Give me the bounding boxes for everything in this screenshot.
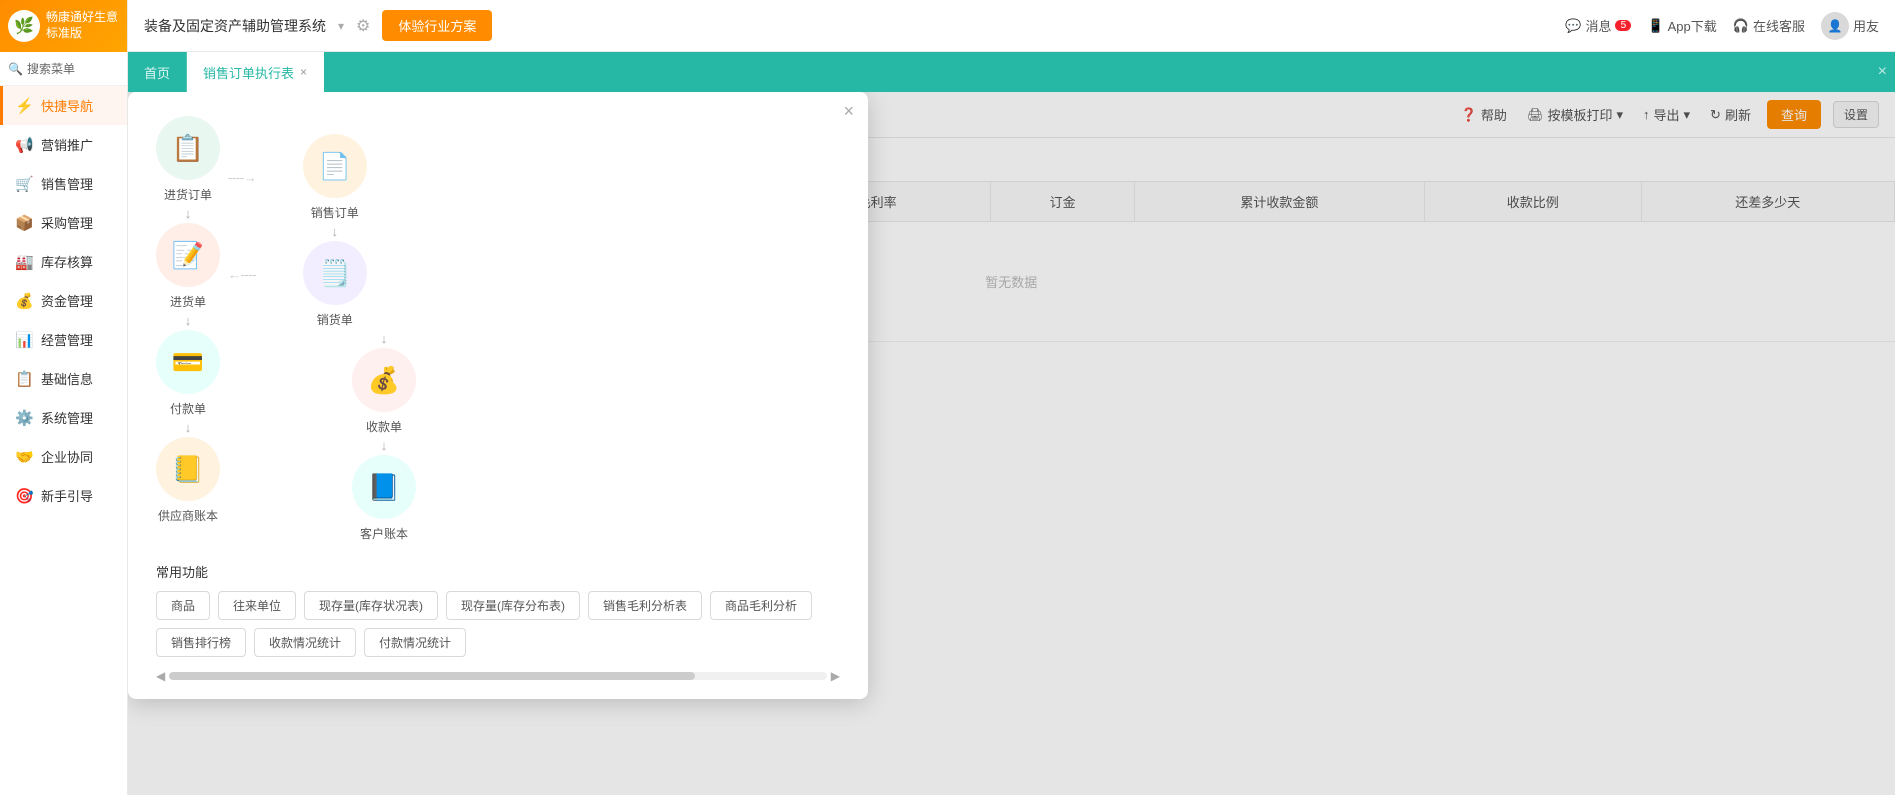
sidebar-item-label: 销售管理 [41, 174, 93, 193]
tab-sales-order[interactable]: 销售订单执行表 × [187, 52, 324, 92]
topbar: 装备及固定资产辅助管理系统 ▾ ⚙ 体验行业方案 💬 消息 5 📱 App下载 … [128, 0, 1895, 52]
sidebar-item-purchase[interactable]: 📦 采购管理 [0, 203, 127, 242]
func-btn-销售毛利分析表[interactable]: 销售毛利分析表 [588, 591, 702, 620]
node-receipt-bill[interactable]: 💰 收款单 [352, 348, 416, 435]
app-download-btn[interactable]: 📱 App下载 [1647, 16, 1716, 35]
dropdown-icon[interactable]: ▾ [338, 19, 344, 33]
inventory-icon: 🏭 [15, 253, 33, 271]
func-buttons: 商品往来单位现存量(库存状况表) 现存量(库存分布表) 销售毛利分析表商品毛利分析销… [156, 591, 840, 657]
tab-home-label: 首页 [144, 63, 170, 82]
func-btn-收款情况统计[interactable]: 收款情况统计 [254, 628, 356, 657]
tab-sales-order-label: 销售订单执行表 [203, 63, 294, 82]
main-area: 装备及固定资产辅助管理系统 ▾ ⚙ 体验行业方案 💬 消息 5 📱 App下载 … [128, 0, 1895, 795]
sidebar-logo: 🌿 畅康通好生意 标准版 [0, 0, 127, 52]
node-purchase-order[interactable]: 📋 进货订单 [156, 116, 220, 203]
sidebar-item-label: 基础信息 [41, 369, 93, 388]
scroll-left-btn[interactable]: ◀ [156, 669, 165, 683]
message-icon: 💬 [1565, 18, 1581, 34]
node-purchase-bill[interactable]: 📝 进货单 [156, 223, 220, 310]
sidebar-item-label: 经营管理 [41, 330, 93, 349]
sidebar-item-label: 库存核算 [41, 252, 93, 271]
enterprise-icon: 🤝 [15, 448, 33, 466]
sales-icon: 🛒 [15, 175, 33, 193]
app-download-label: App下载 [1668, 16, 1717, 35]
node-supplier-ledger[interactable]: 📒 供应商账本 [156, 437, 220, 524]
sidebar-item-label: 企业协同 [41, 447, 93, 466]
popup-close-btn[interactable]: × [843, 102, 854, 120]
sidebar-item-label: 采购管理 [41, 213, 93, 232]
sidebar-menu: ⚡ 快捷导航 📢 营销推广 🛒 销售管理 📦 采购管理 🏭 库存核算 💰 资金管理 📊 经营管理 📋 基础信息… [0, 86, 127, 795]
sidebar: 🌿 畅康通好生意 标准版 🔍 搜索菜单 ⚡ 快捷导航 📢 营销推广 🛒 销售管理 📦 采购管理… [0, 0, 128, 795]
func-btn-商品[interactable]: 商品 [156, 591, 210, 620]
tab-close-icon[interactable]: × [300, 65, 307, 79]
node-payment-bill[interactable]: 💳 付款单 [156, 330, 220, 417]
message-badge: 5 [1615, 20, 1631, 31]
system-icon: ⚙️ [15, 409, 33, 427]
func-btn-销售排行榜[interactable]: 销售排行榜 [156, 628, 246, 657]
sidebar-item-label: 系统管理 [41, 408, 93, 427]
node-sales-order[interactable]: 📄 销售订单 [303, 134, 367, 221]
online-service-label: 在线客服 [1753, 16, 1805, 35]
func-btn-现存量(库存分布表)[interactable]: 现存量(库存分布表) [446, 591, 580, 620]
sidebar-item-system[interactable]: ⚙️ 系统管理 [0, 398, 127, 437]
node-sales-bill[interactable]: 🗒️ 销货单 [303, 241, 367, 328]
sidebar-item-guide[interactable]: 🎯 新手引导 [0, 476, 127, 515]
finance-icon: 💰 [15, 292, 33, 310]
tabbar-close-btn[interactable]: × [1878, 52, 1887, 92]
system-title: 装备及固定资产辅助管理系统 [144, 16, 326, 36]
message-label: 消息 [1585, 16, 1611, 35]
sidebar-item-sales[interactable]: 🛒 销售管理 [0, 164, 127, 203]
message-btn[interactable]: 💬 消息 5 [1565, 16, 1631, 35]
sidebar-item-basic_info[interactable]: 📋 基础信息 [0, 359, 127, 398]
sidebar-item-label: 快捷导航 [41, 96, 93, 115]
tab-home[interactable]: 首页 [128, 52, 187, 92]
common-functions-title: 常用功能 [156, 562, 840, 581]
sidebar-item-marketing[interactable]: 📢 营销推广 [0, 125, 127, 164]
sidebar-item-label: 新手引导 [41, 486, 93, 505]
quick_nav-icon: ⚡ [15, 97, 33, 115]
scrollbar-track [169, 672, 827, 680]
sidebar-item-quick_nav[interactable]: ⚡ 快捷导航 [0, 86, 127, 125]
search-label: 搜索菜单 [27, 60, 75, 77]
marketing-icon: 📢 [15, 136, 33, 154]
service-icon: 🎧 [1733, 18, 1749, 34]
topbar-right: 💬 消息 5 📱 App下载 🎧 在线客服 👤 用友 [1565, 12, 1879, 40]
purchase-icon: 📦 [15, 214, 33, 232]
func-btn-商品毛利分析[interactable]: 商品毛利分析 [710, 591, 812, 620]
flow-diagram: 📋 进货订单 ↓ 📝 进货单 ↓ 💳 付款单 [156, 116, 840, 542]
popup-overlay: × 📋 进货订单 ↓ 📝 进货单 ↓ [128, 92, 1895, 795]
download-icon: 📱 [1647, 18, 1663, 34]
sidebar-item-inventory[interactable]: 🏭 库存核算 [0, 242, 127, 281]
popup-scrollbar: ◀ ▶ [156, 669, 840, 683]
operation-icon: 📊 [15, 331, 33, 349]
scroll-right-btn[interactable]: ▶ [831, 669, 840, 683]
func-btn-付款情况统计[interactable]: 付款情况统计 [364, 628, 466, 657]
basic_info-icon: 📋 [15, 370, 33, 388]
scrollbar-thumb [169, 672, 695, 680]
logo-icon: 🌿 [8, 10, 40, 42]
guide-icon: 🎯 [15, 487, 33, 505]
username: 用友 [1853, 16, 1879, 35]
content-area: ❓ 帮助 🖨 按模板打印 ▾ ↑ 导出 ▾ ↻ 刷新 查询 [128, 92, 1895, 795]
tabbar: 首页 销售订单执行表 × × [128, 52, 1895, 92]
online-service-btn[interactable]: 🎧 在线客服 [1733, 16, 1805, 35]
sidebar-item-finance[interactable]: 💰 资金管理 [0, 281, 127, 320]
logo-text: 畅康通好生意 标准版 [46, 10, 118, 41]
user-menu[interactable]: 👤 用友 [1821, 12, 1879, 40]
experience-btn[interactable]: 体验行业方案 [382, 10, 492, 41]
avatar: 👤 [1821, 12, 1849, 40]
func-btn-现存量(库存状况表)[interactable]: 现存量(库存状况表) [304, 591, 438, 620]
settings-icon[interactable]: ⚙ [356, 16, 370, 36]
node-customer-ledger[interactable]: 📘 客户账本 [352, 455, 416, 542]
sidebar-item-label: 资金管理 [41, 291, 93, 310]
sidebar-item-enterprise[interactable]: 🤝 企业协同 [0, 437, 127, 476]
search-menu[interactable]: 🔍 搜索菜单 [0, 52, 127, 86]
sidebar-item-label: 营销推广 [41, 135, 93, 154]
func-btn-往来单位[interactable]: 往来单位 [218, 591, 296, 620]
sidebar-item-operation[interactable]: 📊 经营管理 [0, 320, 127, 359]
quick-guide-popup: × 📋 进货订单 ↓ 📝 进货单 ↓ [128, 92, 868, 699]
search-icon: 🔍 [8, 62, 23, 76]
